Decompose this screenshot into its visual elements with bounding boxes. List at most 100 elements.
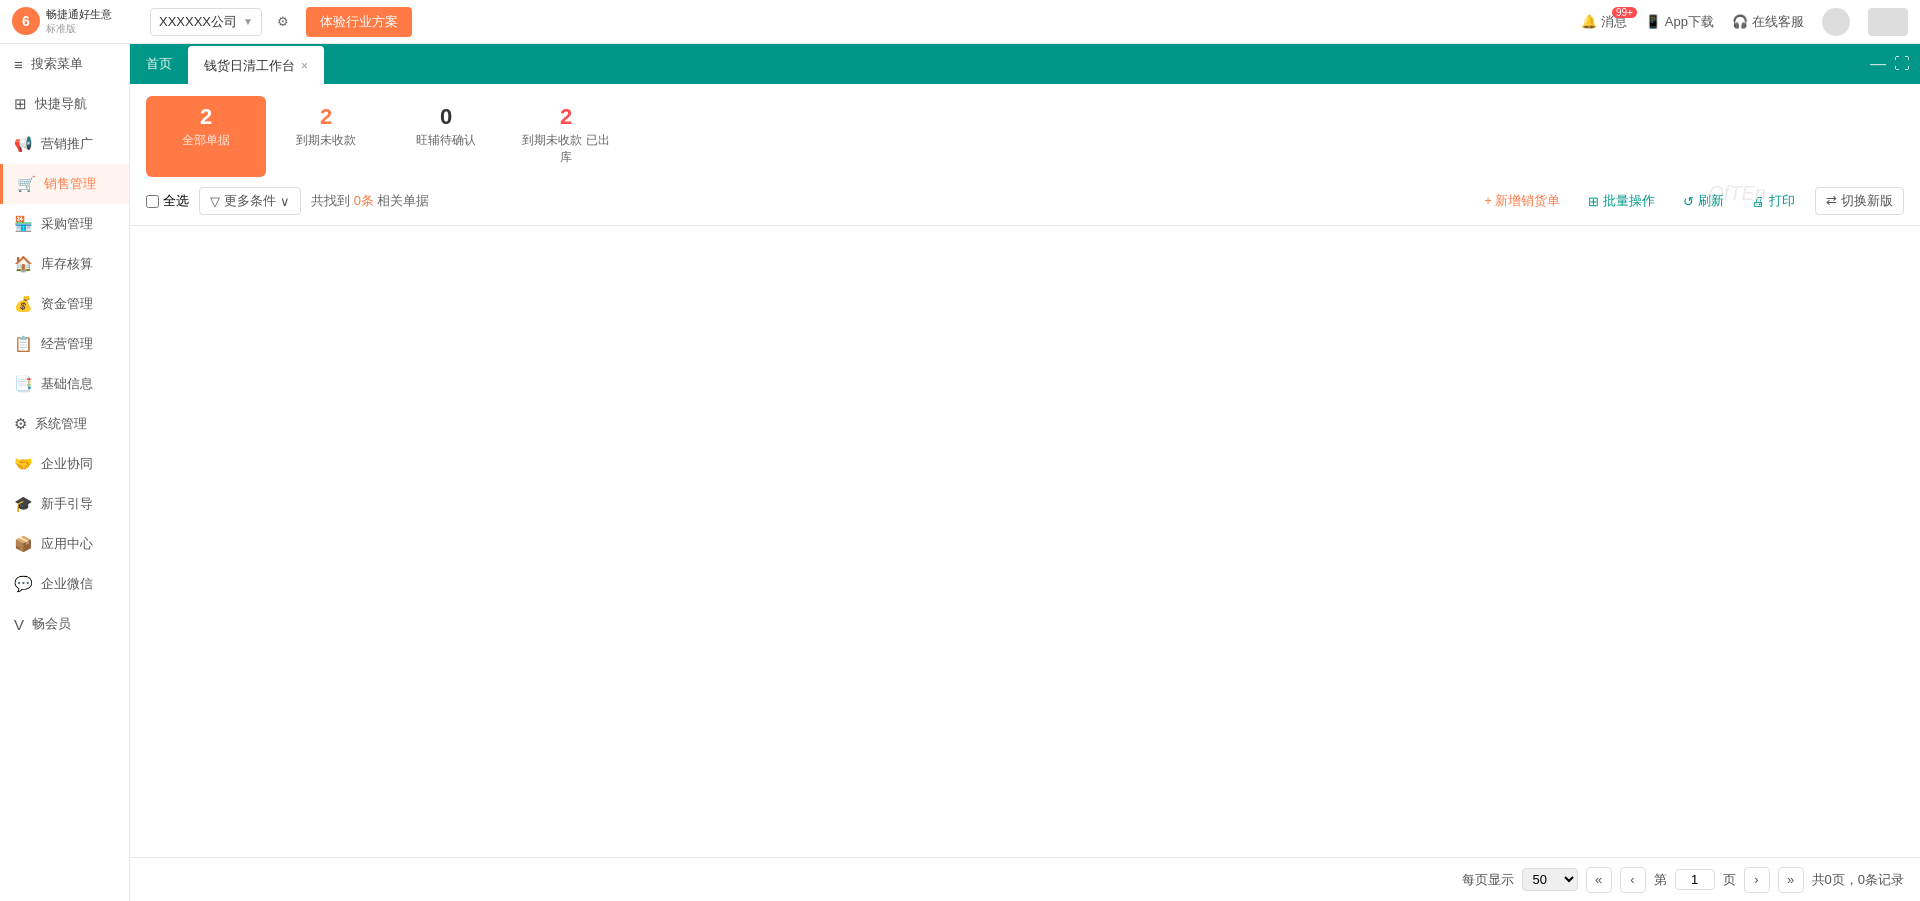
switch-version-button[interactable]: ⇄ 切换新版 — [1815, 187, 1904, 215]
content-area: 2 全部单据 2 到期未收款 0 旺辅待确认 2 到期未收款 已出库 — [130, 84, 1920, 901]
next-page-button[interactable]: › — [1744, 867, 1770, 893]
sidebar-item-finance[interactable]: 💰 资金管理 — [0, 284, 129, 324]
toolbar: 全选 ▽ 更多条件 ∨ 共找到 0条 相关单据 + 新增销货单 — [130, 177, 1920, 226]
first-page-button[interactable]: « — [1586, 867, 1612, 893]
sidebar-label-wechat: 企业微信 — [41, 575, 93, 593]
sidebar-item-wechat[interactable]: 💬 企业微信 — [0, 564, 129, 604]
total-records-label: 共0页，0条记录 — [1812, 871, 1904, 889]
stat-label-all: 全部单据 — [158, 132, 254, 149]
tab-home-label: 首页 — [146, 55, 172, 73]
sales-icon: 🛒 — [17, 175, 36, 193]
sidebar-label-inventory: 库存核算 — [41, 255, 93, 273]
wechat-icon: 💬 — [14, 575, 33, 593]
sidebar-item-basic-info[interactable]: 📑 基础信息 — [0, 364, 129, 404]
company-name: XXXXXX公司 — [159, 13, 237, 31]
sidebar-item-system[interactable]: ⚙ 系统管理 — [0, 404, 129, 444]
messages-button[interactable]: 🔔 消息 99+ — [1581, 13, 1627, 31]
sidebar-item-app-center[interactable]: 📦 应用中心 — [0, 524, 129, 564]
sidebar-item-marketing[interactable]: 📢 营销推广 — [0, 124, 129, 164]
main-content: 首页 钱货日清工作台 × — ⛶ 2 全部单据 2 到期未收款 — [130, 44, 1920, 901]
basic-info-icon: 📑 — [14, 375, 33, 393]
finance-icon: 💰 — [14, 295, 33, 313]
company-selector[interactable]: XXXXXX公司 ▼ — [150, 8, 262, 36]
stat-card-overdue[interactable]: 2 到期未收款 — [266, 96, 386, 177]
avatar[interactable] — [1822, 8, 1850, 36]
sidebar-label-purchase: 采购管理 — [41, 215, 93, 233]
page-number-input[interactable] — [1675, 869, 1715, 890]
settings-button[interactable]: ⚙ — [268, 7, 298, 37]
sidebar-item-sales[interactable]: 🛒 销售管理 — [0, 164, 129, 204]
print-icon: 🖨 — [1752, 194, 1765, 209]
select-all-label: 全选 — [163, 192, 189, 210]
tab-minimize-icon[interactable]: — — [1870, 55, 1886, 73]
refresh-label: 刷新 — [1698, 192, 1724, 210]
sidebar-item-purchase[interactable]: 🏪 采购管理 — [0, 204, 129, 244]
tab-close-icon[interactable]: × — [301, 59, 308, 73]
try-industry-button[interactable]: 体验行业方案 — [306, 7, 412, 37]
found-text: 共找到 0条 相关单据 — [311, 192, 429, 210]
online-service-button[interactable]: 🎧 在线客服 — [1732, 13, 1804, 31]
pagination: 每页显示 50 100 200 « ‹ 第 页 › » 共0页，0条记录 — [130, 857, 1920, 901]
layout: ≡ 搜索菜单 ⊞ 快捷导航 📢 营销推广 🛒 销售管理 🏪 采购管理 🏠 库存核… — [0, 44, 1920, 901]
logo-title: 畅捷通好生意 — [46, 7, 112, 21]
sidebar-item-operations[interactable]: 📋 经营管理 — [0, 324, 129, 364]
stats-row: 2 全部单据 2 到期未收款 0 旺辅待确认 2 到期未收款 已出库 — [130, 84, 1920, 177]
top-bar: 6 畅捷通好生意 标准版 XXXXXX公司 ▼ ⚙ 体验行业方案 🔔 消息 99… — [0, 0, 1920, 44]
found-suffix: 相关单据 — [377, 193, 429, 208]
last-page-button[interactable]: » — [1778, 867, 1804, 893]
system-icon: ⚙ — [14, 415, 27, 433]
download-icon: 📱 — [1645, 14, 1661, 29]
stat-count-wangfu: 0 — [398, 104, 494, 130]
switch-label: 切换新版 — [1841, 193, 1893, 208]
new-sales-order-button[interactable]: + 新增销货单 — [1476, 188, 1568, 214]
sidebar-item-guide[interactable]: 🎓 新手引导 — [0, 484, 129, 524]
user-name[interactable] — [1868, 8, 1908, 36]
logo-sub: 标准版 — [46, 22, 112, 36]
tab-home[interactable]: 首页 — [130, 44, 188, 84]
select-all-input[interactable] — [146, 195, 159, 208]
sidebar-label-quicknav: 快捷导航 — [35, 95, 87, 113]
app-download-label: App下载 — [1665, 13, 1714, 31]
sidebar-item-collab[interactable]: 🤝 企业协同 — [0, 444, 129, 484]
select-all-checkbox[interactable]: 全选 — [146, 192, 189, 210]
member-icon: V — [14, 616, 24, 633]
prev-page-button[interactable]: ‹ — [1620, 867, 1646, 893]
headset-icon: 🎧 — [1732, 14, 1748, 29]
stat-card-wangfu[interactable]: 0 旺辅待确认 — [386, 96, 506, 177]
print-button[interactable]: 🖨 打印 — [1744, 188, 1803, 214]
sidebar-item-search[interactable]: ≡ 搜索菜单 — [0, 44, 129, 84]
switch-icon: ⇄ — [1826, 193, 1837, 208]
sidebar-item-quicknav[interactable]: ⊞ 快捷导航 — [0, 84, 129, 124]
table-area — [130, 226, 1920, 857]
tab-workbench-label: 钱货日清工作台 — [204, 57, 295, 75]
stat-count-overdue: 2 — [278, 104, 374, 130]
logo-icon: 6 — [12, 7, 40, 35]
filter-icon: ▽ — [210, 194, 220, 209]
sidebar-label-member: 畅会员 — [32, 615, 71, 633]
collab-icon: 🤝 — [14, 455, 33, 473]
found-count: 0条 — [354, 193, 374, 208]
batch-operation-button[interactable]: ⊞ 批量操作 — [1580, 188, 1663, 214]
refresh-icon: ↺ — [1683, 194, 1694, 209]
stat-card-all[interactable]: 2 全部单据 — [146, 96, 266, 177]
guide-icon: 🎓 — [14, 495, 33, 513]
sidebar-label-sales: 销售管理 — [44, 175, 96, 193]
marketing-icon: 📢 — [14, 135, 33, 153]
tab-workbench[interactable]: 钱货日清工作台 × — [188, 46, 324, 86]
page-label: 第 — [1654, 871, 1667, 889]
search-menu-icon: ≡ — [14, 56, 23, 73]
sidebar-label-collab: 企业协同 — [41, 455, 93, 473]
toolbar-right: + 新增销货单 ⊞ 批量操作 ↺ 刷新 🖨 打印 ⇄ — [1476, 187, 1904, 215]
per-page-select[interactable]: 50 100 200 — [1522, 868, 1578, 891]
sidebar-item-member[interactable]: V 畅会员 — [0, 604, 129, 644]
refresh-button[interactable]: ↺ 刷新 — [1675, 188, 1732, 214]
sidebar-item-inventory[interactable]: 🏠 库存核算 — [0, 244, 129, 284]
filter-arrow-icon: ∨ — [280, 194, 290, 209]
sidebar-label-operations: 经营管理 — [41, 335, 93, 353]
stat-label-overdue: 到期未收款 — [278, 132, 374, 149]
app-download-button[interactable]: 📱 App下载 — [1645, 13, 1714, 31]
app-center-icon: 📦 — [14, 535, 33, 553]
stat-card-shipped[interactable]: 2 到期未收款 已出库 — [506, 96, 626, 177]
tab-maximize-icon[interactable]: ⛶ — [1894, 55, 1910, 73]
filter-button[interactable]: ▽ 更多条件 ∨ — [199, 187, 301, 215]
